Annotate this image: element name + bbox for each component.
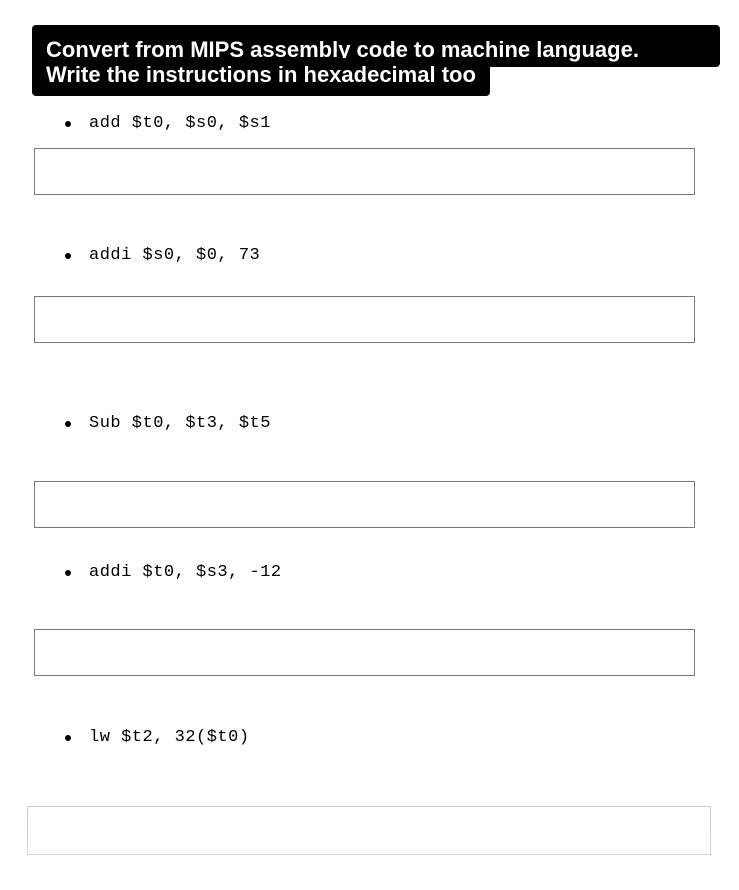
instruction-code-1: add $t0, $s0, $s1 — [89, 114, 271, 133]
answer-box-2[interactable] — [34, 296, 695, 343]
bullet-icon — [65, 253, 71, 259]
instruction-code-4: addi $t0, $s3, -12 — [89, 563, 282, 582]
instruction-item-2: addi $s0, $0, 73 — [65, 246, 260, 265]
bullet-icon — [65, 421, 71, 427]
bullet-icon — [65, 735, 71, 741]
bullet-icon — [65, 121, 71, 127]
instruction-item-1: add $t0, $s0, $s1 — [65, 114, 271, 133]
header-text-line2: Write the instructions in hexadecimal to… — [46, 62, 476, 87]
instruction-code-2: addi $s0, $0, 73 — [89, 246, 260, 265]
instruction-item-5: lw $t2, 32($t0) — [65, 728, 250, 747]
instruction-code-3: Sub $t0, $t3, $t5 — [89, 414, 271, 433]
instruction-item-3: Sub $t0, $t3, $t5 — [65, 414, 271, 433]
answer-box-1[interactable] — [34, 148, 695, 195]
instruction-item-4: addi $t0, $s3, -12 — [65, 563, 282, 582]
question-header-line2: Write the instructions in hexadecimal to… — [32, 58, 490, 96]
answer-box-3[interactable] — [34, 481, 695, 528]
bullet-icon — [65, 570, 71, 576]
answer-box-5[interactable] — [27, 806, 711, 855]
instruction-code-5: lw $t2, 32($t0) — [89, 728, 250, 747]
answer-box-4[interactable] — [34, 629, 695, 676]
